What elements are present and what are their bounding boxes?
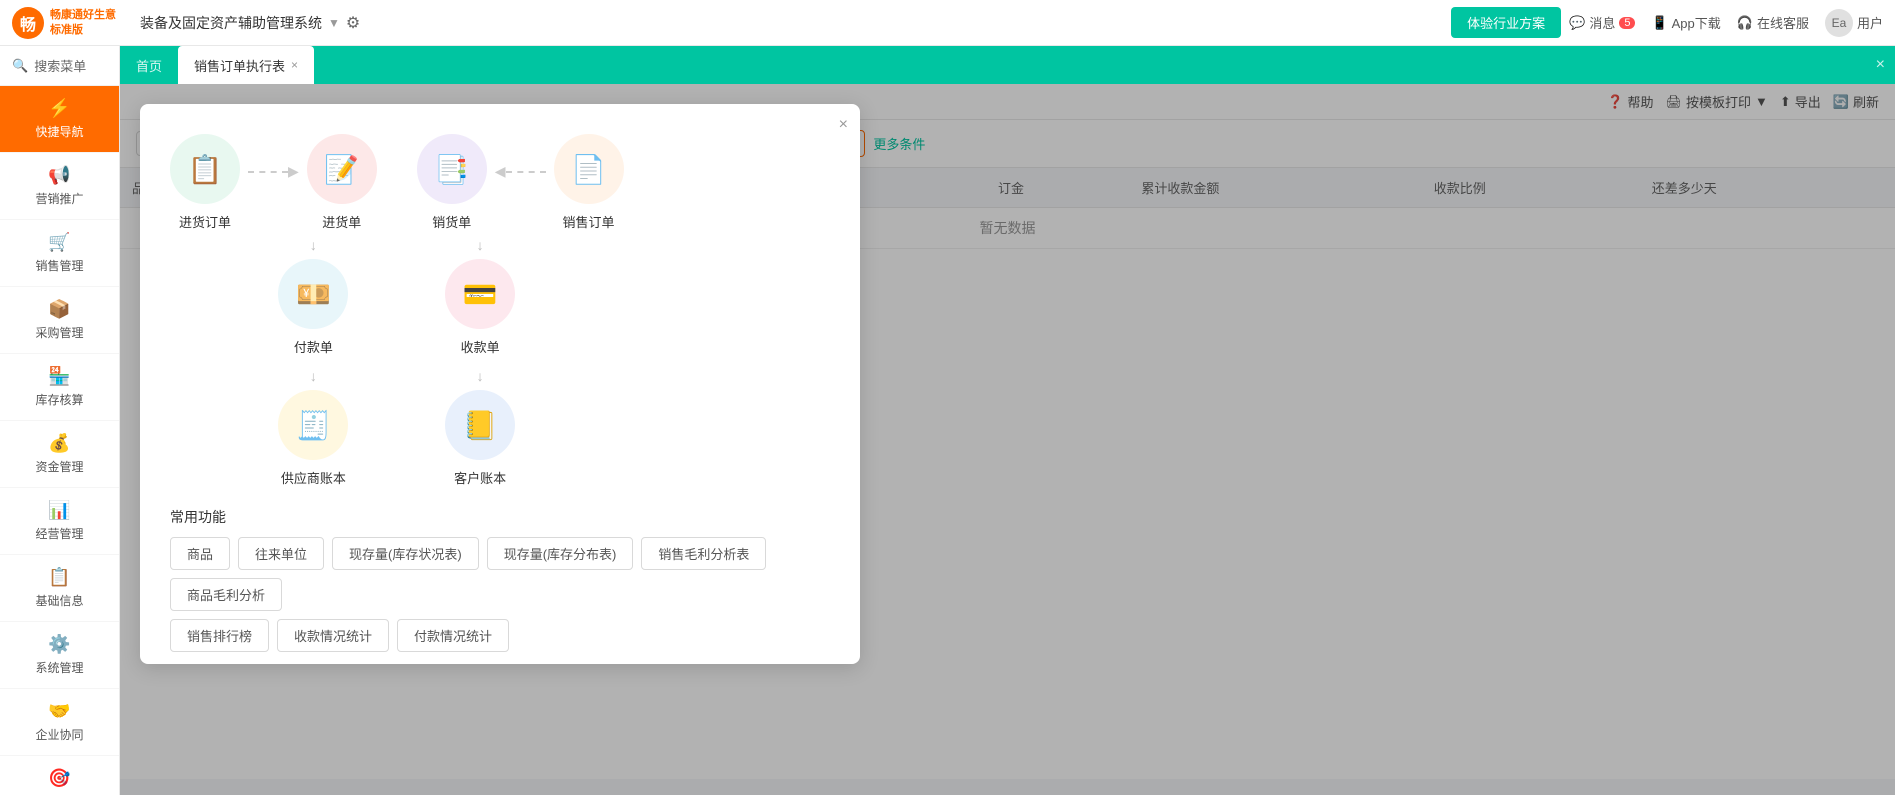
flow-sales-order: 📄 销售订单 xyxy=(554,134,624,231)
user-menu[interactable]: Ea 用户 xyxy=(1825,9,1883,37)
common-functions-title: 常用功能 xyxy=(170,507,830,527)
func-btn-payment-stat[interactable]: 付款情况统计 xyxy=(397,619,509,652)
flow-receipt: 💳 收款单 xyxy=(445,259,515,356)
user-avatar: Ea xyxy=(1825,9,1853,37)
func-btn-inventory-dist[interactable]: 现存量(库存分布表) xyxy=(487,537,634,570)
customer-ledger-icon: 📒 xyxy=(445,390,515,460)
sidebar-item-marketing[interactable]: 📢 营销推广 xyxy=(0,153,119,220)
header-right: 💬 消息 5 📱 App下载 🎧 在线客服 Ea 用户 xyxy=(1569,9,1883,37)
modal-dialog: × 📋 进货订单 xyxy=(140,104,860,664)
marketing-icon: 📢 xyxy=(48,165,70,186)
message-badge: 5 xyxy=(1619,17,1635,29)
common-functions: 常用功能 商品 往来单位 现存量(库存状况表) 现存量(库存分布表) 销售毛利分… xyxy=(170,507,830,652)
sidebar-item-sales[interactable]: 🛒 销售管理 xyxy=(0,220,119,287)
sales-order-icon: 📄 xyxy=(554,134,624,204)
supplier-ledger-icon: 🧾 xyxy=(278,390,348,460)
payment-icon: 💴 xyxy=(278,259,348,329)
messages-button[interactable]: 💬 消息 5 xyxy=(1569,13,1635,32)
search-menu[interactable]: 🔍 搜索菜单 xyxy=(0,46,119,86)
enterprise-icon: 🤝 xyxy=(48,701,70,722)
operation-icon: 📊 xyxy=(48,500,70,521)
system-dropdown[interactable]: ▼ xyxy=(328,16,340,30)
basic-icon: 📋 xyxy=(48,567,70,588)
sidebar-item-operation[interactable]: 📊 经营管理 xyxy=(0,488,119,555)
app-download-button[interactable]: 📱 App下载 xyxy=(1651,13,1720,32)
system-title: 装备及固定资产辅助管理系统 ▼ ⚙ xyxy=(140,13,1443,33)
main-layout: 🔍 搜索菜单 ⚡ 快捷导航 📢 营销推广 🛒 销售管理 📦 采购管理 🏪 库存核… xyxy=(0,46,1895,795)
sidebar-item-inventory[interactable]: 🏪 库存核算 xyxy=(0,354,119,421)
settings-icon[interactable]: ⚙ xyxy=(346,13,366,33)
sales-icon: 🛒 xyxy=(48,232,70,253)
func-btn-sales-profit[interactable]: 销售毛利分析表 xyxy=(641,537,766,570)
flow-supplier-ledger: 🧾 供应商账本 xyxy=(278,390,348,487)
flow-sales-slip: 📑 销货单 xyxy=(417,134,487,231)
inventory-icon: 🏪 xyxy=(48,366,70,387)
tab-bar-close[interactable]: × xyxy=(1876,56,1885,74)
sidebar-item-purchase[interactable]: 📦 采购管理 xyxy=(0,287,119,354)
func-btn-partner[interactable]: 往来单位 xyxy=(238,537,324,570)
tab-sales-order-exec[interactable]: 销售订单执行表 × xyxy=(178,46,314,84)
sidebar-item-system[interactable]: ⚙️ 系统管理 xyxy=(0,622,119,689)
flow-payment: 💴 付款单 xyxy=(278,259,348,356)
purchase-order-icon: 📋 xyxy=(170,134,240,204)
func-btn-inventory-status[interactable]: 现存量(库存状况表) xyxy=(332,537,479,570)
quick-icon: ⚡ xyxy=(48,98,70,119)
trial-button[interactable]: 体验行业方案 xyxy=(1451,7,1561,38)
receipt-icon: 💳 xyxy=(445,259,515,329)
purchase-slip-icon: 📝 xyxy=(307,134,377,204)
logo-icon: 畅 xyxy=(12,7,44,39)
func-buttons-row2: 销售排行榜 收款情况统计 付款情况统计 xyxy=(170,619,830,652)
sales-slip-icon: 📑 xyxy=(417,134,487,204)
sidebar: 🔍 搜索菜单 ⚡ 快捷导航 📢 营销推广 🛒 销售管理 📦 采购管理 🏪 库存核… xyxy=(0,46,120,795)
top-header: 畅 畅康通好生意 标准版 装备及固定资产辅助管理系统 ▼ ⚙ 体验行业方案 💬 … xyxy=(0,0,1895,46)
guide-icon: 🎯 xyxy=(48,768,70,789)
sidebar-item-finance[interactable]: 💰 资金管理 xyxy=(0,421,119,488)
sidebar-item-enterprise[interactable]: 🤝 企业协同 xyxy=(0,689,119,756)
tab-home[interactable]: 首页 xyxy=(120,46,178,84)
logo-area: 畅 畅康通好生意 标准版 xyxy=(12,7,132,39)
headset-icon: 🎧 xyxy=(1737,15,1753,31)
message-icon: 💬 xyxy=(1569,15,1585,31)
sidebar-item-basic[interactable]: 📋 基础信息 xyxy=(0,555,119,622)
flow-purchase-slip: 📝 进货单 xyxy=(307,134,377,231)
flow-diagram: 📋 进货订单 ▶ 📝 进货单 xyxy=(170,134,830,487)
modal-close-button[interactable]: × xyxy=(839,116,848,134)
func-btn-product-profit[interactable]: 商品毛利分析 xyxy=(170,578,282,611)
online-service-button[interactable]: 🎧 在线客服 xyxy=(1737,13,1809,32)
sidebar-item-guide[interactable]: 🎯 新手引导 xyxy=(0,756,119,795)
tab-close-icon[interactable]: × xyxy=(291,58,298,72)
func-buttons-row1: 商品 往来单位 现存量(库存状况表) 现存量(库存分布表) 销售毛利分析表 商品… xyxy=(170,537,830,611)
func-btn-product[interactable]: 商品 xyxy=(170,537,230,570)
flow-purchase-order: 📋 进货订单 xyxy=(170,134,240,231)
flow-customer-ledger: 📒 客户账本 xyxy=(445,390,515,487)
modal-overlay: × 📋 进货订单 xyxy=(120,84,1895,795)
func-btn-sales-rank[interactable]: 销售排行榜 xyxy=(170,619,269,652)
sidebar-item-quick[interactable]: ⚡ 快捷导航 xyxy=(0,86,119,153)
logo-text: 畅康通好生意 标准版 xyxy=(50,8,116,37)
phone-icon: 📱 xyxy=(1651,15,1667,31)
finance-icon: 💰 xyxy=(48,433,70,454)
system-icon: ⚙️ xyxy=(48,634,70,655)
search-icon: 🔍 xyxy=(12,58,28,74)
content-area: 首页 销售订单执行表 × × ❓ 帮助 🖨 按模板打印 ▼ xyxy=(120,46,1895,795)
func-btn-receipt-stat[interactable]: 收款情况统计 xyxy=(277,619,389,652)
page-content: ❓ 帮助 🖨 按模板打印 ▼ ⬆ 导出 🔄 刷新 xyxy=(120,84,1895,795)
tab-bar: 首页 销售订单执行表 × × xyxy=(120,46,1895,84)
purchase-icon: 📦 xyxy=(48,299,70,320)
